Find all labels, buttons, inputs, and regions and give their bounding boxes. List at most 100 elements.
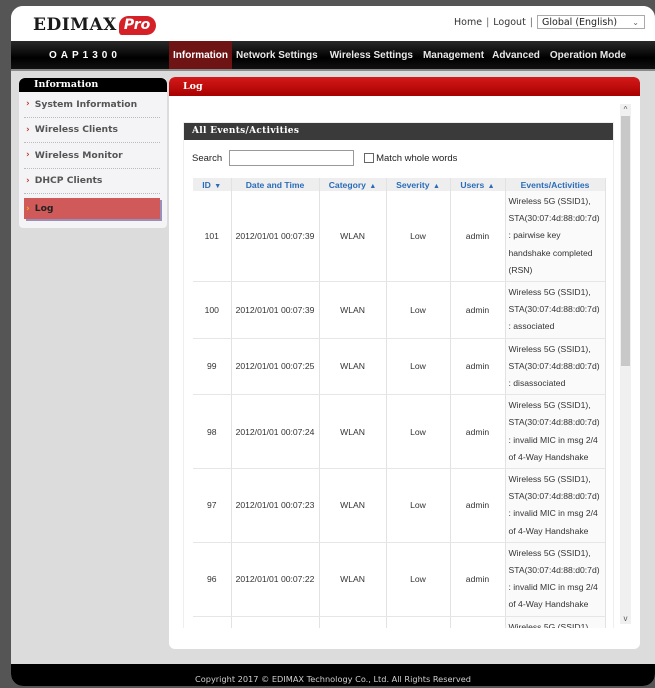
events-table-body: 101 2012/01/01 00:07:39 WLAN Low admin Wirele… — [193, 191, 606, 628]
cell-date-time: 2012/01/01 00:07:39 — [231, 191, 320, 283]
language-select[interactable]: Global (English) ⌄ — [537, 15, 645, 29]
sidebar-item-label: System Information — [34, 98, 138, 110]
cell-severity: Low — [386, 191, 451, 283]
cell-user: admin — [450, 616, 506, 628]
sort-asc-icon: ▲ — [432, 182, 440, 190]
nav-menu: Information Network Settings Wireless Se… — [169, 41, 630, 69]
search-row: Search Match whole words — [192, 150, 457, 166]
language-value: Global (English) — [542, 16, 618, 28]
vertical-scrollbar[interactable]: ^ v — [620, 104, 631, 624]
sort-asc-icon: ▲ — [369, 182, 377, 190]
cell-date-time: 2012/01/01 00:07:25 — [231, 338, 320, 396]
sidebar-title: Information — [19, 78, 167, 92]
search-label: Search — [192, 152, 223, 164]
cell-user: admin — [450, 542, 506, 617]
cell-date-time: 2012/01/01 00:07:23 — [231, 468, 320, 543]
sidebar-item-dhcp-clients[interactable]: › DHCP Clients — [24, 169, 160, 194]
sidebar: Information › System Information › Wirel… — [19, 78, 167, 228]
nav-advanced[interactable]: Advanced — [488, 41, 544, 69]
cell-event: Wireless 5G (SSID1), STA(30:07:4d:88:d0:… — [505, 542, 606, 617]
cell-event: Wireless 5G (SSID1), STA(30:07:4d:88:d0:… — [505, 281, 606, 339]
cell-severity: Low — [386, 542, 451, 617]
column-label: ID — [202, 179, 211, 190]
cell-event: Wireless 5G (SSID1), STA(30:07:4d:88:d0:… — [505, 468, 606, 543]
edimax-logo: EDIMAX Pro — [33, 14, 157, 36]
column-label: Severity — [396, 179, 430, 190]
cell-category: WLAN — [319, 191, 387, 283]
cell-id: 100 — [193, 281, 232, 339]
column-header-users[interactable]: Users ▲ — [450, 178, 506, 191]
column-label: Date and Time — [245, 179, 305, 190]
events-table: ID ▼ Date and Time Category ▲ Severity ▲… — [193, 178, 606, 628]
cell-category: WLAN — [319, 616, 387, 628]
cell-category: WLAN — [319, 394, 387, 470]
cell-category: WLAN — [319, 542, 387, 617]
chevron-right-icon: › — [26, 175, 30, 186]
cell-user: admin — [450, 191, 506, 283]
cell-id: 97 — [193, 468, 232, 543]
cell-event: Wireless 5G (SSID1), STA(30:07:4d:88:d0:… — [505, 394, 606, 470]
column-label: Users — [460, 179, 485, 190]
header: EDIMAX Pro Home | Logout | Global (Engli… — [11, 6, 655, 41]
cell-event: Wireless 5G (SSID1), STA(30:07:4d:88:d0:… — [505, 191, 606, 283]
cell-event: Wireless 5G (SSID1), STA(30:07:4d:88:d0:… — [505, 616, 606, 628]
column-header-category[interactable]: Category ▲ — [319, 178, 387, 191]
sidebar-item-label: Wireless Clients — [34, 124, 118, 136]
match-whole-words-checkbox[interactable] — [364, 153, 375, 163]
scrollbar-thumb[interactable] — [621, 116, 630, 366]
chevron-down-icon: ⌄ — [632, 17, 639, 27]
sidebar-item-system-information[interactable]: › System Information — [24, 92, 160, 118]
cell-severity: Low — [386, 468, 451, 543]
nav-information[interactable]: Information — [169, 41, 232, 69]
table-row: 952012/01/01 00:07:21WLANLowadminWireles… — [193, 616, 606, 628]
nav-network-settings[interactable]: Network Settings — [232, 41, 322, 69]
column-header-events[interactable]: Events/Activities — [505, 178, 606, 191]
table-row: 97 2012/01/01 00:07:23 WLAN Low admin Wireles… — [193, 468, 606, 543]
scroll-up-icon[interactable]: ^ — [620, 104, 631, 115]
app-window: EDIMAX Pro Home | Logout | Global (Engli… — [11, 6, 655, 686]
cell-severity: Low — [386, 616, 451, 628]
sidebar-item-log[interactable]: › Log — [24, 198, 160, 219]
sidebar-item-wireless-monitor[interactable]: › Wireless Monitor — [24, 143, 160, 169]
cell-event: Wireless 5G (SSID1), STA(30:07:4d:88:d0:… — [505, 338, 606, 396]
column-header-id[interactable]: ID ▼ — [193, 178, 232, 191]
cell-id: 99 — [193, 338, 232, 396]
sort-desc-icon: ▼ — [214, 182, 222, 190]
column-header-severity[interactable]: Severity ▲ — [386, 178, 451, 191]
cell-id: 98 — [193, 394, 232, 470]
cell-user: admin — [450, 394, 506, 470]
table-row: 100 2012/01/01 00:07:39 WLAN Low admin Wirele… — [193, 281, 606, 339]
cell-category: WLAN — [319, 468, 387, 543]
separator: | — [486, 16, 490, 28]
nav-wireless-settings[interactable]: Wireless Settings — [322, 41, 417, 69]
home-link[interactable]: Home — [454, 17, 482, 28]
sidebar-item-label: Log — [34, 203, 54, 214]
separator: | — [529, 16, 533, 28]
events-box: All Events/Activities Search Match whole… — [183, 122, 614, 628]
table-row: 101 2012/01/01 00:07:39 WLAN Low admin Wirele… — [193, 191, 606, 283]
logo-text: EDIMAX — [33, 15, 117, 35]
panel-title: Log — [169, 77, 640, 96]
chevron-right-icon: › — [26, 99, 30, 110]
main-navbar: OAP1300 Information Network Settings Wir… — [11, 41, 655, 71]
cell-category: WLAN — [319, 338, 387, 396]
cell-severity: Low — [386, 394, 451, 470]
cell-id: 96 — [193, 542, 232, 617]
match-whole-words[interactable]: Match whole words — [364, 153, 457, 164]
sidebar-item-label: DHCP Clients — [34, 175, 103, 187]
nav-management[interactable]: Management — [417, 41, 488, 69]
cell-severity: Low — [386, 281, 451, 339]
top-links: Home | Logout | Global (English) ⌄ — [454, 15, 645, 29]
cell-user: admin — [450, 338, 506, 396]
sidebar-item-wireless-clients[interactable]: › Wireless Clients — [24, 118, 160, 143]
nav-operation-mode[interactable]: Operation Mode — [544, 41, 630, 69]
cell-user: admin — [450, 468, 506, 543]
scroll-down-icon[interactable]: v — [620, 613, 631, 624]
cell-date-time: 2012/01/01 00:07:21 — [231, 616, 320, 628]
chevron-right-icon: › — [26, 203, 30, 214]
search-input[interactable] — [229, 150, 355, 166]
column-header-date-time[interactable]: Date and Time — [231, 178, 320, 191]
logout-link[interactable]: Logout — [493, 17, 526, 28]
column-label: Events/Activities — [520, 179, 590, 190]
events-title: All Events/Activities — [184, 123, 613, 140]
